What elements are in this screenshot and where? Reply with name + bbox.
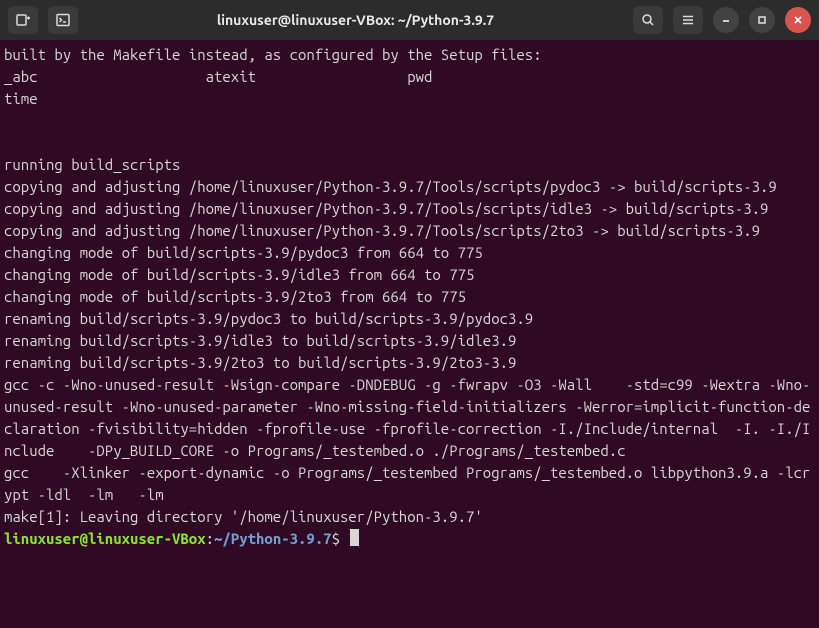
prompt-path: ~/Python-3.9.7	[214, 530, 332, 547]
prompt-dollar: $	[332, 530, 340, 547]
search-button[interactable]	[633, 6, 663, 34]
new-tab-button[interactable]	[8, 6, 38, 34]
prompt-user-host: linuxuser@linuxuser-VBox	[4, 530, 206, 547]
terminal-menu-button[interactable]	[48, 6, 78, 34]
minimize-button[interactable]	[713, 7, 739, 33]
cursor	[350, 529, 359, 546]
terminal-lines: built by the Makefile instead, as config…	[4, 46, 810, 525]
terminal-output[interactable]: built by the Makefile instead, as config…	[0, 40, 819, 554]
window-title: linuxuser@linuxuser-VBox: ~/Python-3.9.7	[86, 12, 625, 28]
titlebar-right-group	[633, 6, 811, 34]
prompt-colon: :	[206, 530, 214, 547]
prompt: linuxuser@linuxuser-VBox:~/Python-3.9.7$	[4, 530, 359, 547]
titlebar-left-group	[8, 6, 78, 34]
maximize-button[interactable]	[749, 7, 775, 33]
titlebar: linuxuser@linuxuser-VBox: ~/Python-3.9.7	[0, 0, 819, 40]
close-button[interactable]	[785, 7, 811, 33]
hamburger-menu-button[interactable]	[673, 6, 703, 34]
